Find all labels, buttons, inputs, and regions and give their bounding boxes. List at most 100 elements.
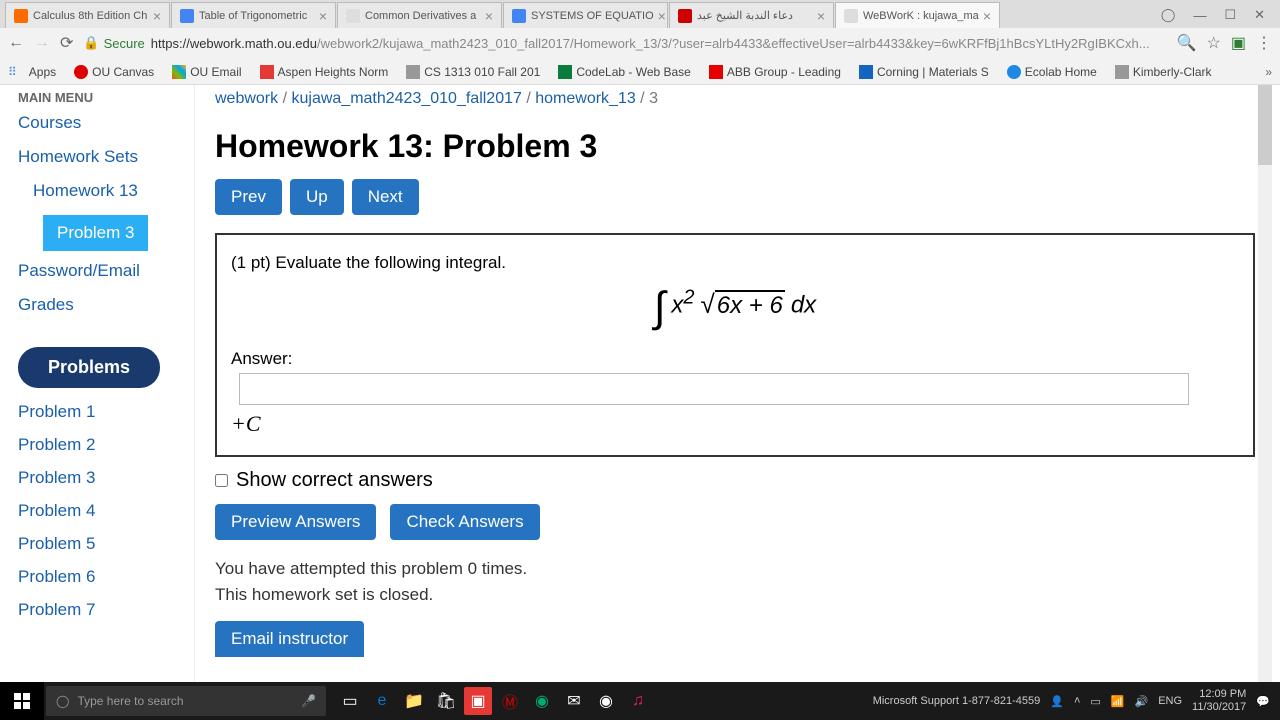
- bookmark-item[interactable]: Kimberly-Clark: [1109, 62, 1218, 82]
- problem-link[interactable]: Problem 3: [18, 468, 184, 488]
- maximize-button[interactable]: ☐: [1224, 7, 1236, 23]
- problem-link[interactable]: Problem 5: [18, 534, 184, 554]
- app-icon[interactable]: ◉: [528, 687, 556, 715]
- breadcrumb-link[interactable]: webwork: [215, 90, 278, 107]
- taskbar-icons: ▭ e 📁 🛍 ▣ Ⓜ ◉ ✉ ◉ ♫: [336, 687, 652, 715]
- page-content: MAIN MENU Courses Homework Sets Homework…: [0, 85, 1280, 682]
- bookmark-item[interactable]: Aspen Heights Norm: [254, 62, 395, 82]
- tab-close-icon[interactable]: ×: [654, 8, 666, 24]
- app-icon[interactable]: ▣: [464, 687, 492, 715]
- tab-close-icon[interactable]: ×: [813, 8, 825, 24]
- problem-link[interactable]: Problem 1: [18, 402, 184, 422]
- bookmark-item[interactable]: Corning | Materials S: [853, 62, 995, 82]
- extension-icon[interactable]: ▣: [1231, 33, 1246, 53]
- mic-icon[interactable]: 🎤: [301, 694, 316, 708]
- browser-tab[interactable]: Calculus 8th Edition Ch×: [5, 2, 170, 28]
- sidebar-problems-heading[interactable]: Problems: [18, 347, 160, 388]
- bookmark-favicon: [558, 65, 572, 79]
- system-tray: Microsoft Support 1-877-821-4559 👤 ˄ ▭ 📶…: [873, 688, 1280, 714]
- bookmark-overflow[interactable]: »: [1265, 65, 1272, 79]
- browser-tab[interactable]: Common Derivatives a×: [337, 2, 502, 28]
- file-explorer-icon[interactable]: 📁: [400, 687, 428, 715]
- tab-close-icon[interactable]: ×: [481, 8, 493, 24]
- browser-tab-active[interactable]: WeBWorK : kujawa_ma×: [835, 2, 1000, 28]
- browser-tab[interactable]: Table of Trigonometric×: [171, 2, 336, 28]
- menu-icon[interactable]: ⋮: [1256, 33, 1272, 53]
- browser-tab[interactable]: SYSTEMS OF EQUATIO×: [503, 2, 668, 28]
- forward-button: →: [34, 34, 50, 52]
- people-icon[interactable]: 👤: [1050, 695, 1064, 708]
- chrome-icon[interactable]: ◉: [592, 687, 620, 715]
- favicon: [346, 9, 360, 23]
- notifications-icon[interactable]: 💬: [1256, 695, 1270, 708]
- preview-answers-button[interactable]: Preview Answers: [215, 504, 376, 540]
- sidebar-link-grades[interactable]: Grades: [18, 295, 184, 315]
- cortana-icon: ◯: [56, 694, 69, 708]
- bookmark-item[interactable]: Ecolab Home: [1001, 62, 1103, 82]
- reload-button[interactable]: ⟳: [60, 33, 73, 53]
- show-correct-checkbox[interactable]: [215, 474, 228, 487]
- taskbar-search[interactable]: ◯ Type here to search 🎤: [46, 686, 326, 716]
- sidebar: MAIN MENU Courses Homework Sets Homework…: [0, 85, 195, 682]
- email-instructor-button[interactable]: Email instructor: [215, 621, 364, 657]
- bookmark-item[interactable]: OU Email: [166, 62, 247, 82]
- tab-close-icon[interactable]: ×: [979, 8, 991, 24]
- mathematica-icon[interactable]: Ⓜ: [496, 687, 524, 715]
- favicon: [180, 9, 194, 23]
- show-correct-row: Show correct answers: [215, 469, 1255, 492]
- next-button[interactable]: Next: [352, 179, 419, 215]
- star-icon[interactable]: ☆: [1207, 33, 1221, 53]
- close-window-button[interactable]: ✕: [1254, 7, 1265, 23]
- back-button[interactable]: ←: [8, 34, 24, 52]
- up-button[interactable]: Up: [290, 179, 344, 215]
- bookmark-favicon: [1007, 65, 1021, 79]
- start-button[interactable]: [0, 682, 44, 720]
- problem-link[interactable]: Problem 6: [18, 567, 184, 587]
- bookmark-favicon: [859, 65, 873, 79]
- problem-link[interactable]: Problem 2: [18, 435, 184, 455]
- page-title: Homework 13: Problem 3: [215, 128, 1255, 165]
- tray-chevron[interactable]: ˄: [1074, 695, 1080, 707]
- minimize-button[interactable]: —: [1193, 8, 1206, 23]
- vertical-scrollbar[interactable]: [1258, 85, 1272, 682]
- check-answers-button[interactable]: Check Answers: [390, 504, 539, 540]
- itunes-icon[interactable]: ♫: [624, 687, 652, 715]
- bookmark-item[interactable]: Apps: [23, 62, 62, 82]
- breadcrumb-current: 3: [649, 90, 658, 107]
- sidebar-header: MAIN MENU: [18, 90, 184, 105]
- tab-close-icon[interactable]: ×: [149, 8, 161, 24]
- address-bar[interactable]: 🔒 Secure https://webwork.math.ou.edu/web…: [83, 35, 1166, 51]
- apps-icon[interactable]: ⠿: [8, 65, 17, 79]
- favicon: [14, 9, 28, 23]
- bookmark-item[interactable]: CS 1313 010 Fall 201: [400, 62, 546, 82]
- user-icon[interactable]: ◯: [1161, 7, 1176, 23]
- sidebar-link-password[interactable]: Password/Email: [18, 261, 184, 281]
- prev-button[interactable]: Prev: [215, 179, 282, 215]
- tab-close-icon[interactable]: ×: [315, 8, 327, 24]
- bookmark-item[interactable]: CodeLab - Web Base: [552, 62, 697, 82]
- sidebar-link-homework-13[interactable]: Homework 13: [33, 181, 184, 201]
- bookmark-item[interactable]: OU Canvas: [68, 62, 160, 82]
- secure-badge: 🔒 Secure: [83, 35, 144, 51]
- language-indicator[interactable]: ENG: [1158, 695, 1182, 707]
- sidebar-link-homework-sets[interactable]: Homework Sets: [18, 147, 184, 167]
- zoom-icon[interactable]: 🔍: [1177, 33, 1197, 53]
- sidebar-active-problem[interactable]: Problem 3: [43, 215, 148, 251]
- main-content: webwork / kujawa_math2423_010_fall2017 /…: [195, 85, 1280, 682]
- sidebar-link-courses[interactable]: Courses: [18, 113, 184, 133]
- task-view-icon[interactable]: ▭: [336, 687, 364, 715]
- taskbar-clock[interactable]: 12:09 PM 11/30/2017: [1192, 688, 1246, 714]
- volume-icon[interactable]: 🔊: [1135, 695, 1149, 708]
- edge-icon[interactable]: e: [368, 687, 396, 715]
- bookmark-item[interactable]: ABB Group - Leading: [703, 62, 847, 82]
- breadcrumb-link[interactable]: kujawa_math2423_010_fall2017: [291, 90, 521, 107]
- answer-input[interactable]: [239, 373, 1189, 405]
- mail-icon[interactable]: ✉: [560, 687, 588, 715]
- store-icon[interactable]: 🛍: [432, 687, 460, 715]
- wifi-icon[interactable]: 📶: [1111, 695, 1125, 708]
- breadcrumb-link[interactable]: homework_13: [535, 90, 636, 107]
- browser-tab[interactable]: دعاء الندبة الشيخ عبد×: [669, 2, 834, 28]
- battery-icon[interactable]: ▭: [1090, 695, 1100, 708]
- problem-link[interactable]: Problem 4: [18, 501, 184, 521]
- problem-link[interactable]: Problem 7: [18, 600, 184, 620]
